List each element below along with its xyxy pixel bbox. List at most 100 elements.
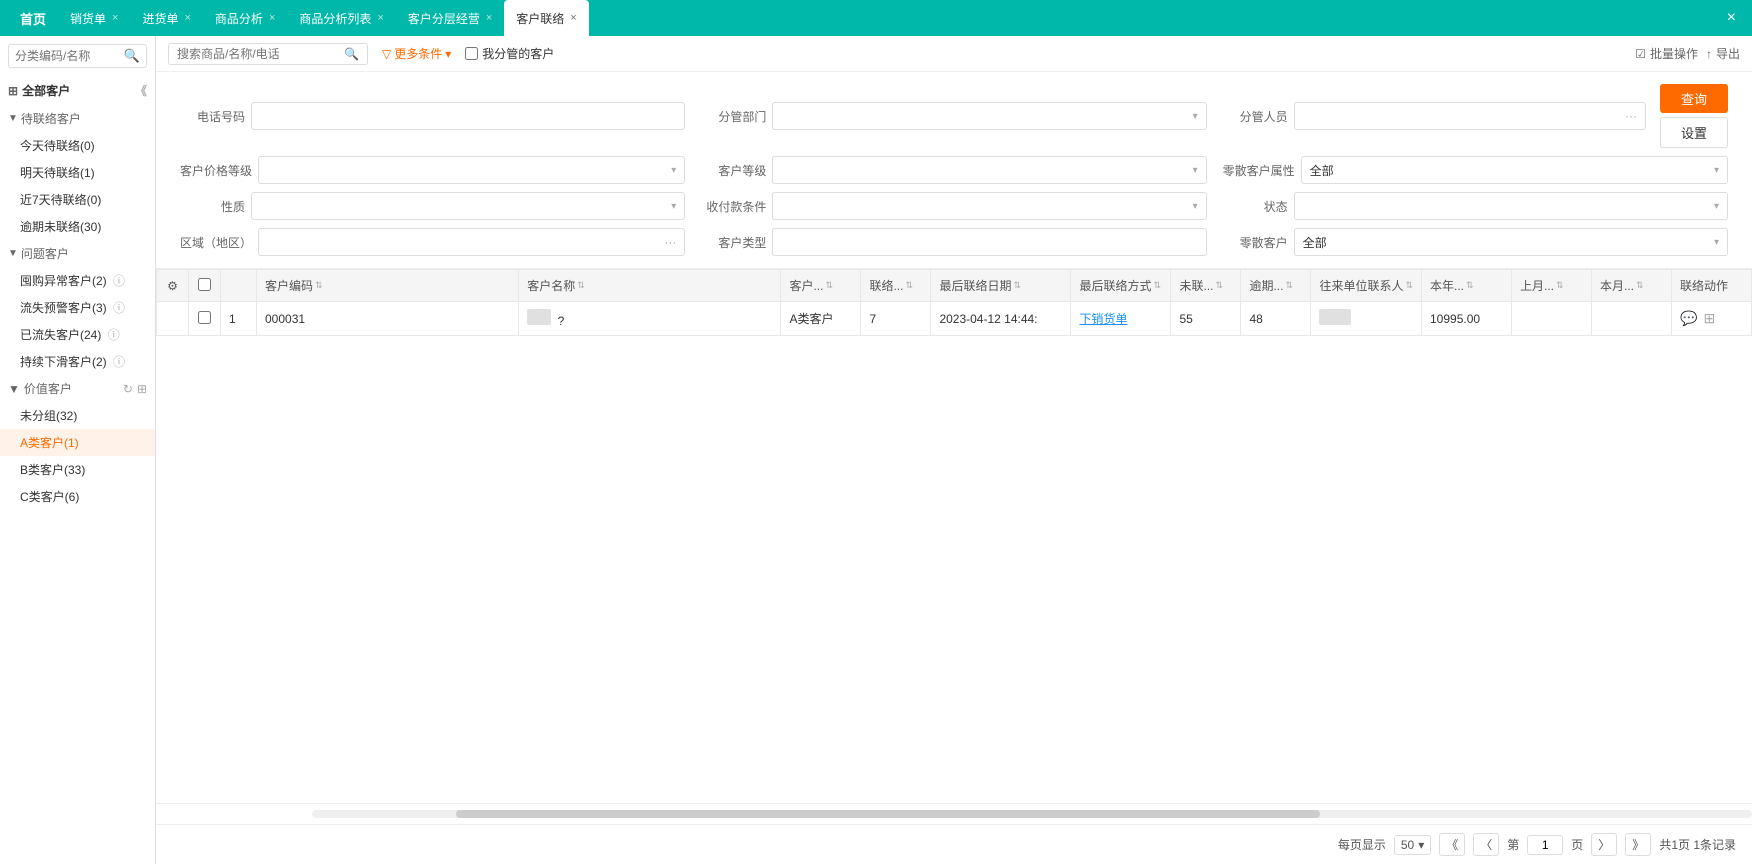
query-button[interactable]: 查询 bbox=[1660, 84, 1728, 113]
next-page-btn[interactable]: 〉 bbox=[1591, 833, 1617, 856]
sidebar-item-tomorrow[interactable]: 明天待联络(1) bbox=[0, 159, 155, 186]
nav-productanalysislist[interactable]: 商品分析列表 × bbox=[287, 0, 395, 36]
qrcode-icon[interactable]: ⊞ bbox=[1703, 310, 1715, 327]
nav-productanalysis[interactable]: 商品分析 × bbox=[203, 0, 287, 36]
close-salesorder-icon[interactable]: × bbox=[112, 12, 118, 24]
close-customercontact-icon[interactable]: × bbox=[570, 12, 576, 24]
arrow-down2-icon: ▼ bbox=[8, 248, 18, 259]
sidebar-search-box[interactable]: 🔍 bbox=[8, 44, 147, 68]
th-code[interactable]: 客户编码 ⇅ bbox=[257, 270, 519, 302]
row-checkbox[interactable] bbox=[198, 311, 211, 324]
my-customer-checkbox-label[interactable]: 我分管的客户 bbox=[465, 45, 554, 62]
prev-page-btn[interactable]: 〈 bbox=[1473, 833, 1499, 856]
filter-customerlevel-select[interactable]: ▾ bbox=[772, 156, 1206, 184]
caret-retail-icon: ▾ bbox=[1714, 237, 1719, 248]
nav-salesorder[interactable]: 销货单 × bbox=[58, 0, 130, 36]
sort-level-icon: ⇅ bbox=[825, 280, 833, 291]
sidebar-search-input[interactable] bbox=[15, 49, 124, 63]
filter-phone: 电话号码 bbox=[172, 80, 693, 152]
sidebar-item-churnwarn[interactable]: 流失预警客户(3) ⓘ bbox=[0, 294, 155, 321]
sidebar-item-7days[interactable]: 近7天待联络(0) bbox=[0, 186, 155, 213]
th-gear[interactable]: ⚙ bbox=[157, 270, 189, 302]
more-conditions-btn[interactable]: ▽ 更多条件 ▾ bbox=[376, 42, 457, 65]
nav-home[interactable]: 首页 bbox=[8, 0, 58, 36]
filter-region: 区域（地区） ··· bbox=[172, 224, 693, 260]
caret-nature-icon: ▾ bbox=[671, 201, 676, 212]
td-check[interactable] bbox=[189, 302, 221, 336]
sidebar-item-today[interactable]: 今天待联络(0) bbox=[0, 132, 155, 159]
th-thisyear[interactable]: 本年... ⇅ bbox=[1422, 270, 1512, 302]
sidebar-item-overdue[interactable]: 逾期未联络(30) bbox=[0, 213, 155, 240]
last-page-btn[interactable]: 》 bbox=[1625, 833, 1651, 856]
th-lastdate[interactable]: 最后联络日期 ⇅ bbox=[931, 270, 1071, 302]
td-thisyear: 10995.00 bbox=[1422, 302, 1512, 336]
close-customersegment-icon[interactable]: × bbox=[486, 12, 492, 24]
th-contact[interactable]: 联络... ⇅ bbox=[861, 270, 931, 302]
first-page-btn[interactable]: 《 bbox=[1439, 833, 1465, 856]
close-all-icon[interactable]: × bbox=[1719, 9, 1744, 27]
refresh-icon[interactable]: ↻ bbox=[123, 382, 133, 396]
filter-manager-input[interactable]: ··· bbox=[1294, 102, 1646, 130]
horizontal-scrollbar[interactable] bbox=[456, 810, 1320, 818]
td-index: 1 bbox=[221, 302, 257, 336]
filter-search-box[interactable]: 🔍 bbox=[168, 43, 368, 65]
nav-purchaseorder[interactable]: 进货单 × bbox=[130, 0, 202, 36]
th-overdue[interactable]: 逾期... ⇅ bbox=[1241, 270, 1311, 302]
th-lastmethod[interactable]: 最后联络方式 ⇅ bbox=[1071, 270, 1171, 302]
th-thismonth[interactable]: 本月... ⇅ bbox=[1592, 270, 1672, 302]
sidebar-item-cclass[interactable]: C类客户(6) bbox=[0, 483, 155, 510]
th-name[interactable]: 客户名称 ⇅ bbox=[519, 270, 781, 302]
collapse-icon[interactable]: 《 bbox=[135, 82, 147, 99]
filter-phone-input[interactable] bbox=[251, 102, 685, 130]
close-productanalysislist-icon[interactable]: × bbox=[377, 12, 383, 24]
filter-search-input[interactable] bbox=[177, 47, 344, 61]
td-lastmethod[interactable]: 下销货单 bbox=[1071, 302, 1171, 336]
select-all-checkbox[interactable] bbox=[198, 278, 211, 291]
filter-customertype-input[interactable] bbox=[772, 228, 1206, 256]
filter-dept: 分管部门 ▾ bbox=[693, 80, 1214, 152]
filter-status-select[interactable]: ▾ bbox=[1294, 192, 1728, 220]
filter-retail-select[interactable]: 全部 ▾ bbox=[1294, 228, 1728, 256]
filter-nature-select[interactable]: ▾ bbox=[251, 192, 685, 220]
th-unitcontact[interactable]: 往来单位联系人 ⇅ bbox=[1311, 270, 1422, 302]
filter-retail: 零散客户 全部 ▾ bbox=[1215, 224, 1736, 260]
sidebar-all-customers[interactable]: ⊞ 全部客户 《 bbox=[0, 76, 155, 105]
page-size-select[interactable]: 50 ▾ bbox=[1394, 835, 1431, 855]
filter-dept-select[interactable]: ▾ bbox=[772, 102, 1206, 130]
th-lastmonth[interactable]: 上月... ⇅ bbox=[1512, 270, 1592, 302]
sidebar-item-churned[interactable]: 已流失客户(24) ⓘ bbox=[0, 321, 155, 348]
nav-customercontact[interactable]: 客户联络 × bbox=[504, 0, 588, 36]
nav-customersegment[interactable]: 客户分层经营 × bbox=[396, 0, 504, 36]
filter-region-select[interactable]: ··· bbox=[258, 228, 685, 256]
edit-icon[interactable]: ⊞ bbox=[137, 382, 147, 396]
arrow-down-icon: ▼ bbox=[8, 113, 18, 124]
sidebar-search-icon: 🔍 bbox=[124, 48, 140, 64]
close-purchaseorder-icon[interactable]: × bbox=[184, 12, 190, 24]
sidebar-item-bclass[interactable]: B类客户(33) bbox=[0, 456, 155, 483]
filter-customerlevel: 客户等级 ▾ bbox=[693, 152, 1214, 188]
sort-unitcontact-icon: ⇅ bbox=[1405, 280, 1413, 291]
sidebar-section-problem[interactable]: ▼ 问题客户 bbox=[0, 240, 155, 267]
sidebar: 🔍 ⊞ 全部客户 《 ▼ 待联络客户 今天待联络(0) 明天待联络(1) 近7天… bbox=[0, 36, 156, 864]
last-method-link[interactable]: 下销货单 bbox=[1079, 312, 1127, 326]
export-btn[interactable]: ↑ 导出 bbox=[1706, 45, 1740, 62]
sidebar-item-hoarding[interactable]: 囤购异常客户(2) ⓘ bbox=[0, 267, 155, 294]
bulk-ops-btn[interactable]: ☑ 批量操作 bbox=[1635, 45, 1698, 62]
close-productanalysis-icon[interactable]: × bbox=[269, 12, 275, 24]
filter-pricelevel-select[interactable]: ▾ bbox=[258, 156, 685, 184]
settings-button[interactable]: 设置 bbox=[1660, 117, 1728, 148]
sidebar-section-value[interactable]: ▼ 价值客户 ↻ ⊞ bbox=[0, 375, 155, 402]
sidebar-item-declining[interactable]: 持续下滑客户(2) ⓘ bbox=[0, 348, 155, 375]
th-notcontacted[interactable]: 未联... ⇅ bbox=[1171, 270, 1241, 302]
filter-payment-select[interactable]: ▾ bbox=[772, 192, 1206, 220]
sort-code-icon: ⇅ bbox=[315, 280, 323, 291]
my-customer-checkbox[interactable] bbox=[465, 47, 478, 60]
sidebar-section-pending[interactable]: ▼ 待联络客户 bbox=[0, 105, 155, 132]
sidebar-item-ungroup[interactable]: 未分组(32) bbox=[0, 402, 155, 429]
th-level[interactable]: 客户... ⇅ bbox=[781, 270, 861, 302]
filter-retail-attr-select[interactable]: 全部 ▾ bbox=[1301, 156, 1728, 184]
sidebar-item-aclass[interactable]: A类客户(1) bbox=[0, 429, 155, 456]
page-number-input[interactable] bbox=[1527, 835, 1563, 855]
th-checkbox[interactable] bbox=[189, 270, 221, 302]
comment-icon[interactable]: 💬 bbox=[1680, 310, 1697, 327]
